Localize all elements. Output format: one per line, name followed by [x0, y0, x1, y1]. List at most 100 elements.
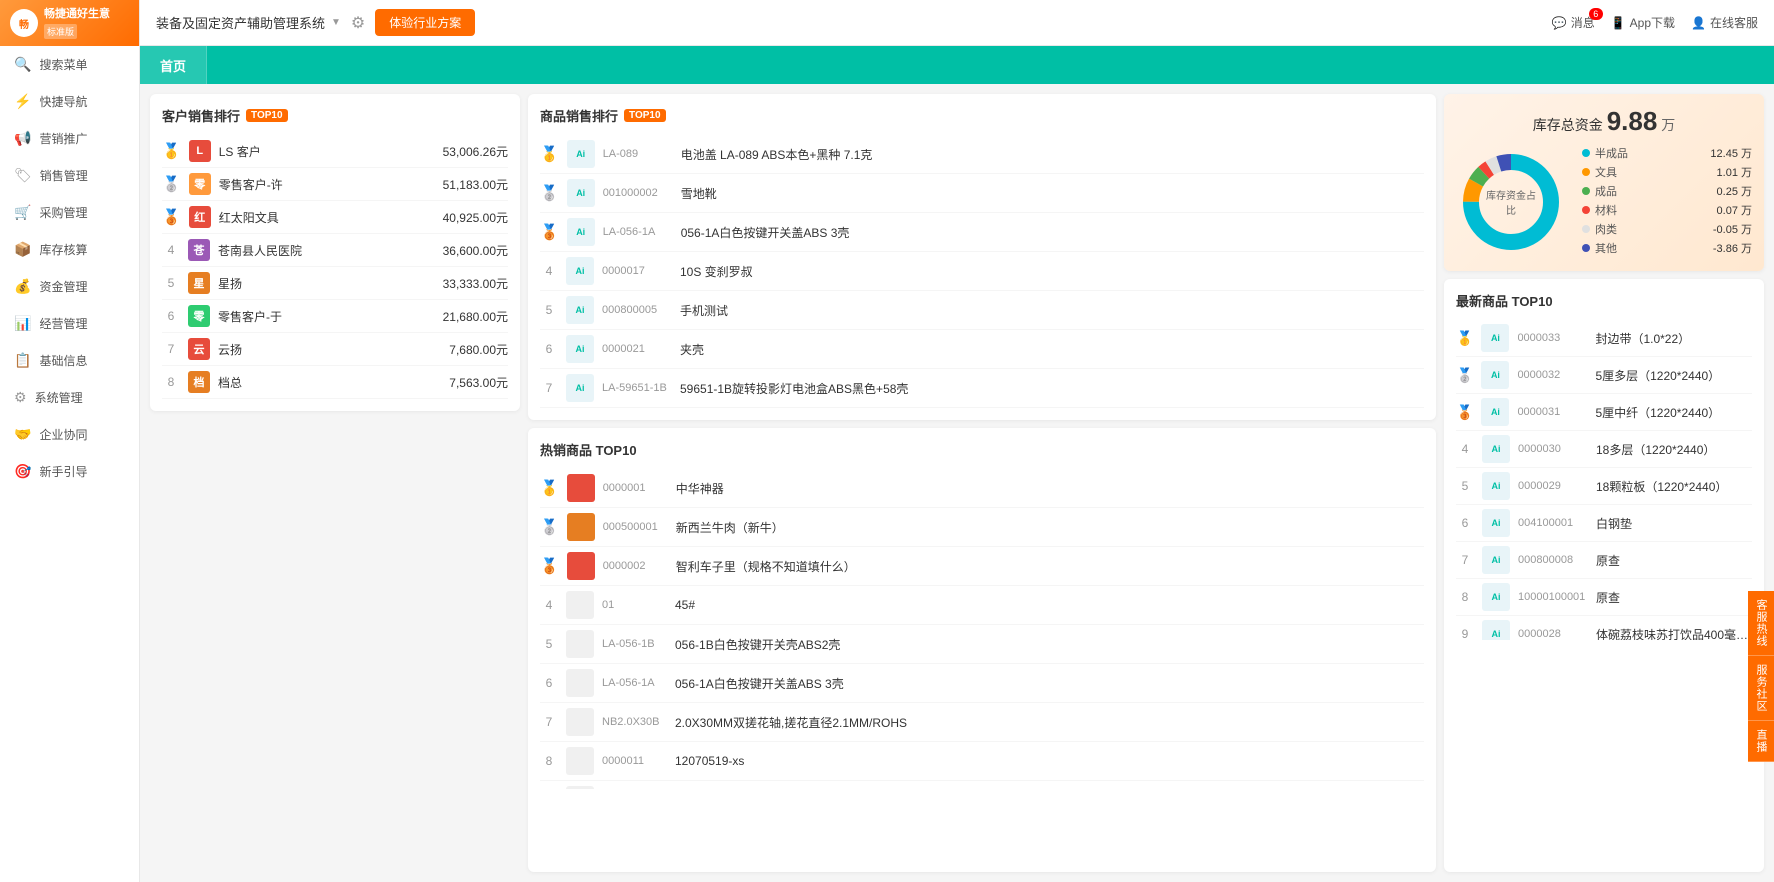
- product-rank-item: 🥉 Ai LA-056-1A 056-1A白色按键开关盖ABS 3壳: [540, 213, 1424, 252]
- inventory-unit: 万: [1661, 117, 1675, 133]
- customer-rank-list: 🥇 L LS 客户 53,006.26元 🥈 零 零售客户-许 51,183.0…: [162, 135, 508, 399]
- sidebar-item-purchase[interactable]: 🛒 采购管理: [0, 194, 139, 231]
- sidebar-item-quicknav[interactable]: ⚡ 快捷导航: [0, 83, 139, 120]
- latest-products-list: 🥇 Ai 0000033 封边带（1.0*22） 🥈 Ai 0000032 5厘…: [1456, 320, 1752, 640]
- messages-badge: 6: [1589, 8, 1603, 20]
- donut-chart: 库存资金占比: [1456, 147, 1566, 257]
- inventory-icon: 📦: [14, 241, 31, 258]
- hot-product-item: 9 KK-SD22110H 花语萌恒温分腿睡袋（厚款）: [540, 781, 1424, 789]
- online-service-button[interactable]: 👤 在线客服: [1691, 14, 1758, 31]
- legend-label: 文具: [1595, 164, 1617, 180]
- hot-product-name: 中华神器: [676, 480, 1424, 497]
- legend-value: 12.45 万: [1710, 145, 1752, 161]
- sidebar-item-system[interactable]: ⚙ 系统管理: [0, 379, 139, 416]
- legend-item: 半成品 12.45 万: [1582, 145, 1752, 161]
- main-wrap: 装备及固定资产辅助管理系统 ▼ ⚙ 体验行业方案 💬 消息 6 📱 App下载 …: [140, 0, 1774, 882]
- sidebar-item-search[interactable]: 🔍 搜索菜单: [0, 46, 139, 83]
- rank-avatar: 苍: [188, 239, 210, 261]
- service-community-btn[interactable]: 服务社区: [1748, 656, 1774, 721]
- legend-value: 1.01 万: [1717, 164, 1752, 180]
- customer-ranking-title: 客户销售排行 TOP10: [162, 106, 508, 125]
- sidebar-item-label: 基础信息: [39, 352, 87, 369]
- rank-value: 51,183.00元: [443, 176, 508, 193]
- rank-value: 33,333.00元: [443, 275, 508, 292]
- hot-products-title: 热销商品 TOP10: [540, 440, 1424, 459]
- rank-num: 5: [1456, 479, 1474, 493]
- rank-medal: 🥈: [540, 184, 559, 202]
- float-buttons: 客服热线 服务社区 直播: [1748, 591, 1774, 762]
- product-sales-list: 🥇 Ai LA-089 电池盖 LA-089 ABS本色+黑种 7.1克 🥈 A…: [540, 135, 1424, 408]
- rank-avatar: 星: [188, 272, 210, 294]
- latest-product-img: Ai: [1481, 398, 1509, 426]
- product-sales-title: 商品销售排行 TOP10: [540, 106, 1424, 125]
- sidebar-item-sales[interactable]: 🏷 销售管理: [0, 157, 139, 194]
- hot-products-list: 🥇 0000001 中华神器 🥈 000500001 新西兰牛肉（新牛） 🥉 0…: [540, 469, 1424, 789]
- operations-icon: 📊: [14, 315, 31, 332]
- rank-name: 苍南县人民医院: [218, 242, 435, 259]
- left-column: 客户销售排行 TOP10 🥇 L LS 客户 53,006.26元 🥈 零 零售…: [150, 94, 520, 872]
- latest-product-img: Ai: [1482, 620, 1510, 640]
- system-title-text: 装备及固定资产辅助管理系统: [156, 13, 325, 32]
- latest-product-code: 0000029: [1518, 480, 1588, 492]
- hot-product-code: NB2.0X30B: [602, 716, 667, 728]
- sidebar-item-label: 经营管理: [39, 315, 87, 332]
- hot-products-card: 热销商品 TOP10 🥇 0000001 中华神器 🥈 000500001 新西…: [528, 428, 1436, 872]
- latest-product-name: 体碗荔枝味苏打饮品400毫升（1*15）: [1596, 626, 1752, 641]
- latest-product-img: Ai: [1481, 324, 1509, 352]
- logo-badge: 标准版: [44, 24, 77, 39]
- rank-value: 7,563.00元: [449, 374, 508, 391]
- product-img: Ai: [566, 296, 594, 324]
- app-download-button[interactable]: 📱 App下载: [1611, 14, 1675, 31]
- sidebar-item-basic-info[interactable]: 📋 基础信息: [0, 342, 139, 379]
- rank-num: 6: [1456, 516, 1474, 530]
- inventory-card: 库存总资金 9.88 万: [1444, 94, 1764, 271]
- sidebar-item-finance[interactable]: 💰 资金管理: [0, 268, 139, 305]
- rank-num: 4: [1456, 442, 1474, 456]
- product-name: 雪地靴: [681, 185, 1424, 202]
- product-code: 001000002: [603, 187, 673, 199]
- topbar: 装备及固定资产辅助管理系统 ▼ ⚙ 体验行业方案 💬 消息 6 📱 App下载 …: [140, 0, 1774, 46]
- mid-column: 商品销售排行 TOP10 🥇 Ai LA-089 电池盖 LA-089 ABS本…: [528, 94, 1436, 872]
- basic-info-icon: 📋: [14, 352, 31, 369]
- latest-product-name: 18多层（1220*2440）: [1596, 441, 1752, 458]
- sidebar-item-guide[interactable]: 🎯 新手引导: [0, 453, 139, 490]
- customer-rank-item: 4 苍 苍南县人民医院 36,600.00元: [162, 234, 508, 267]
- settings-icon[interactable]: ⚙: [351, 13, 365, 33]
- rank-num: 9: [1456, 627, 1474, 640]
- legend-item: 文具 1.01 万: [1582, 164, 1752, 180]
- sidebar-item-marketing[interactable]: 📢 营销推广: [0, 120, 139, 157]
- live-btn[interactable]: 直播: [1748, 721, 1774, 762]
- hot-product-code: 01: [602, 599, 667, 611]
- sidebar-item-operations[interactable]: 📊 经营管理: [0, 305, 139, 342]
- latest-product-item: 5 Ai 0000029 18颗粒板（1220*2440）: [1456, 468, 1752, 505]
- product-rank-item: 6 Ai 0000021 夹壳: [540, 330, 1424, 369]
- inventory-title-label: 库存总资金: [1533, 117, 1603, 133]
- rank-medal: 🥇: [1456, 330, 1473, 347]
- customer-service-btn[interactable]: 客服热线: [1748, 591, 1774, 656]
- rank-num: 7: [540, 381, 558, 395]
- search-icon: 🔍: [14, 56, 31, 73]
- legend-color: [1582, 149, 1590, 157]
- sidebar-item-inventory[interactable]: 📦 库存核算: [0, 231, 139, 268]
- latest-product-name: 白钢垫: [1596, 515, 1752, 532]
- messages-button[interactable]: 💬 消息 6: [1552, 14, 1595, 31]
- hot-product-code: 0000002: [603, 560, 668, 572]
- inventory-chart: 库存资金占比 半成品 12.45 万 文具 1.01 万 成品 0.25 万 材…: [1456, 145, 1752, 259]
- service-icon: 👤: [1691, 16, 1706, 30]
- rank-num: 6: [540, 342, 558, 356]
- hot-product-item: 4 01 45#: [540, 586, 1424, 625]
- product-name: 10S 变刹罗叔: [680, 263, 1424, 280]
- rank-value: 7,680.00元: [449, 341, 508, 358]
- purchase-icon: 🛒: [14, 204, 31, 221]
- rank-num: 7: [162, 342, 180, 356]
- sidebar-item-label: 快捷导航: [39, 93, 87, 110]
- rank-num: 5: [540, 637, 558, 651]
- trial-button[interactable]: 体验行业方案: [375, 9, 475, 36]
- sidebar-item-collab[interactable]: 🤝 企业协同: [0, 416, 139, 453]
- product-img: Ai: [566, 374, 594, 402]
- hot-product-code: 0000011: [602, 755, 667, 767]
- product-rank-item: 5 Ai 000800005 手机测试: [540, 291, 1424, 330]
- legend-item: 材料 0.07 万: [1582, 202, 1752, 218]
- rank-num: 4: [540, 264, 558, 278]
- tab-home[interactable]: 首页: [140, 46, 207, 84]
